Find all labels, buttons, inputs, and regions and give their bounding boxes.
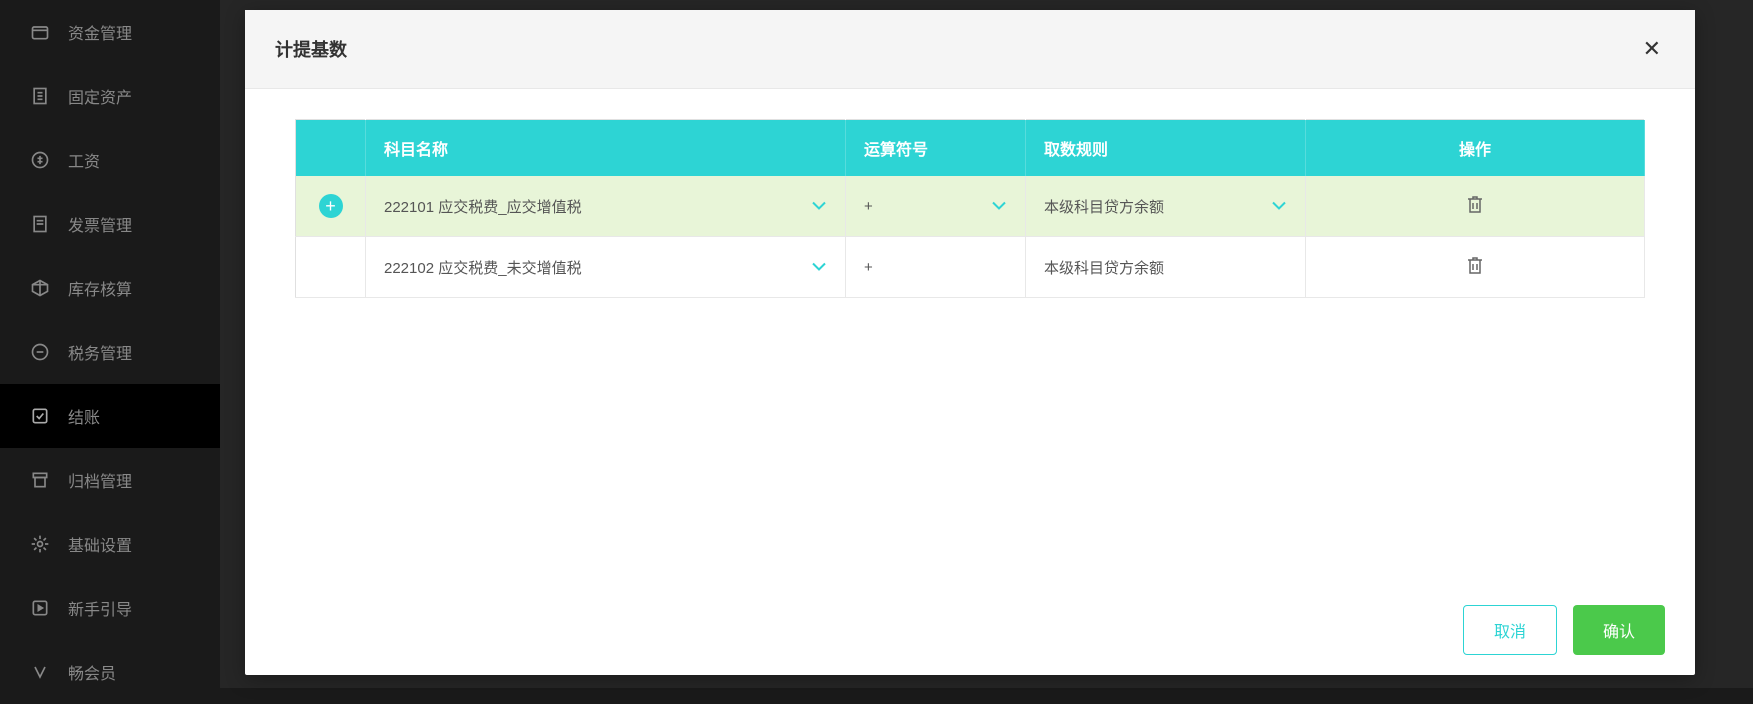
chevron-down-icon[interactable] xyxy=(811,198,827,215)
play-icon xyxy=(30,598,50,618)
table-header-subject: 科目名称 xyxy=(366,120,846,177)
delete-button[interactable] xyxy=(1466,255,1484,279)
operator-cell[interactable]: + xyxy=(846,176,1026,237)
tax-icon xyxy=(30,342,50,362)
operator-value: + xyxy=(864,198,873,215)
sidebar-item-label: 新手引导 xyxy=(68,596,132,620)
close-icon: ✕ xyxy=(1643,36,1661,61)
trash-icon xyxy=(1466,255,1484,279)
money-icon xyxy=(30,150,50,170)
table-header-add xyxy=(296,120,366,177)
table-header-row: 科目名称 运算符号 取数规则 操作 xyxy=(296,120,1645,177)
subject-cell[interactable]: 222101 应交税费_应交增值税 xyxy=(366,176,846,237)
operator-cell[interactable]: + xyxy=(846,237,1026,298)
add-row-button[interactable]: + xyxy=(319,194,343,218)
table-row: 222102 应交税费_未交增值税 + 本级科目贷方余额 xyxy=(296,237,1645,298)
sidebar: 资金管理 固定资产 工资 发票管理 库存核算 税务管理 结账 xyxy=(0,0,220,688)
modal-footer: 取消 确认 xyxy=(245,585,1695,675)
table-header-rule: 取数规则 xyxy=(1026,120,1306,177)
subject-cell[interactable]: 222102 应交税费_未交增值税 xyxy=(366,237,846,298)
archive-icon xyxy=(30,470,50,490)
sidebar-item-archive[interactable]: 归档管理 xyxy=(0,448,220,512)
building-icon xyxy=(30,86,50,106)
sidebar-item-label: 库存核算 xyxy=(68,276,132,300)
chevron-down-icon[interactable] xyxy=(991,198,1007,215)
box-icon xyxy=(30,278,50,298)
table-header-action: 操作 xyxy=(1306,120,1645,177)
cancel-button[interactable]: 取消 xyxy=(1463,605,1557,655)
sidebar-item-label: 基础设置 xyxy=(68,532,132,556)
add-cell xyxy=(296,237,366,298)
sidebar-item-closing[interactable]: 结账 xyxy=(0,384,220,448)
modal-dialog: 计提基数 ✕ 科目名称 运算符号 取数规则 操作 +222101 应交税费_应交… xyxy=(245,10,1695,675)
rule-cell[interactable]: 本级科目贷方余额 xyxy=(1026,237,1306,298)
subject-value: 222101 应交税费_应交增值税 xyxy=(384,199,582,216)
chevron-down-icon[interactable] xyxy=(1271,198,1287,215)
plus-icon: + xyxy=(325,196,336,217)
chevron-down-icon[interactable] xyxy=(811,259,827,276)
sidebar-item-settings[interactable]: 基础设置 xyxy=(0,512,220,576)
modal-header: 计提基数 ✕ xyxy=(245,10,1695,89)
sidebar-item-member[interactable]: 畅会员 xyxy=(0,640,220,704)
confirm-button[interactable]: 确认 xyxy=(1573,605,1665,655)
operator-value: + xyxy=(864,259,873,276)
sidebar-item-label: 发票管理 xyxy=(68,212,132,236)
sidebar-item-salary[interactable]: 工资 xyxy=(0,128,220,192)
action-cell xyxy=(1306,237,1645,298)
sidebar-item-label: 工资 xyxy=(68,148,100,172)
sidebar-item-funds[interactable]: 资金管理 xyxy=(0,0,220,64)
sidebar-item-fixed-assets[interactable]: 固定资产 xyxy=(0,64,220,128)
modal-body: 科目名称 运算符号 取数规则 操作 +222101 应交税费_应交增值税 + 本级科… xyxy=(245,89,1695,585)
rule-cell[interactable]: 本级科目贷方余额 xyxy=(1026,176,1306,237)
modal-title: 计提基数 xyxy=(275,36,347,62)
vip-icon xyxy=(30,662,50,682)
sidebar-item-invoice[interactable]: 发票管理 xyxy=(0,192,220,256)
sidebar-item-label: 税务管理 xyxy=(68,340,132,364)
rule-value: 本级科目贷方余额 xyxy=(1044,199,1164,216)
check-icon xyxy=(30,406,50,426)
data-table: 科目名称 运算符号 取数规则 操作 +222101 应交税费_应交增值税 + 本级科… xyxy=(295,119,1645,298)
sidebar-item-label: 归档管理 xyxy=(68,468,132,492)
subject-value: 222102 应交税费_未交增值税 xyxy=(384,260,582,277)
sidebar-item-label: 畅会员 xyxy=(68,660,116,684)
close-button[interactable]: ✕ xyxy=(1639,32,1665,66)
sidebar-item-guide[interactable]: 新手引导 xyxy=(0,576,220,640)
sidebar-item-label: 固定资产 xyxy=(68,84,132,108)
sidebar-item-label: 结账 xyxy=(68,404,100,428)
table-row: +222101 应交税费_应交增值税 + 本级科目贷方余额 xyxy=(296,176,1645,237)
gear-icon xyxy=(30,534,50,554)
invoice-icon xyxy=(30,214,50,234)
sidebar-item-inventory[interactable]: 库存核算 xyxy=(0,256,220,320)
sidebar-item-label: 资金管理 xyxy=(68,20,132,44)
table-header-operator: 运算符号 xyxy=(846,120,1026,177)
add-cell: + xyxy=(296,176,366,237)
sidebar-item-tax[interactable]: 税务管理 xyxy=(0,320,220,384)
rule-value: 本级科目贷方余额 xyxy=(1044,260,1164,277)
trash-icon xyxy=(1466,194,1484,218)
delete-button[interactable] xyxy=(1466,194,1484,218)
wallet-icon xyxy=(30,22,50,42)
action-cell xyxy=(1306,176,1645,237)
